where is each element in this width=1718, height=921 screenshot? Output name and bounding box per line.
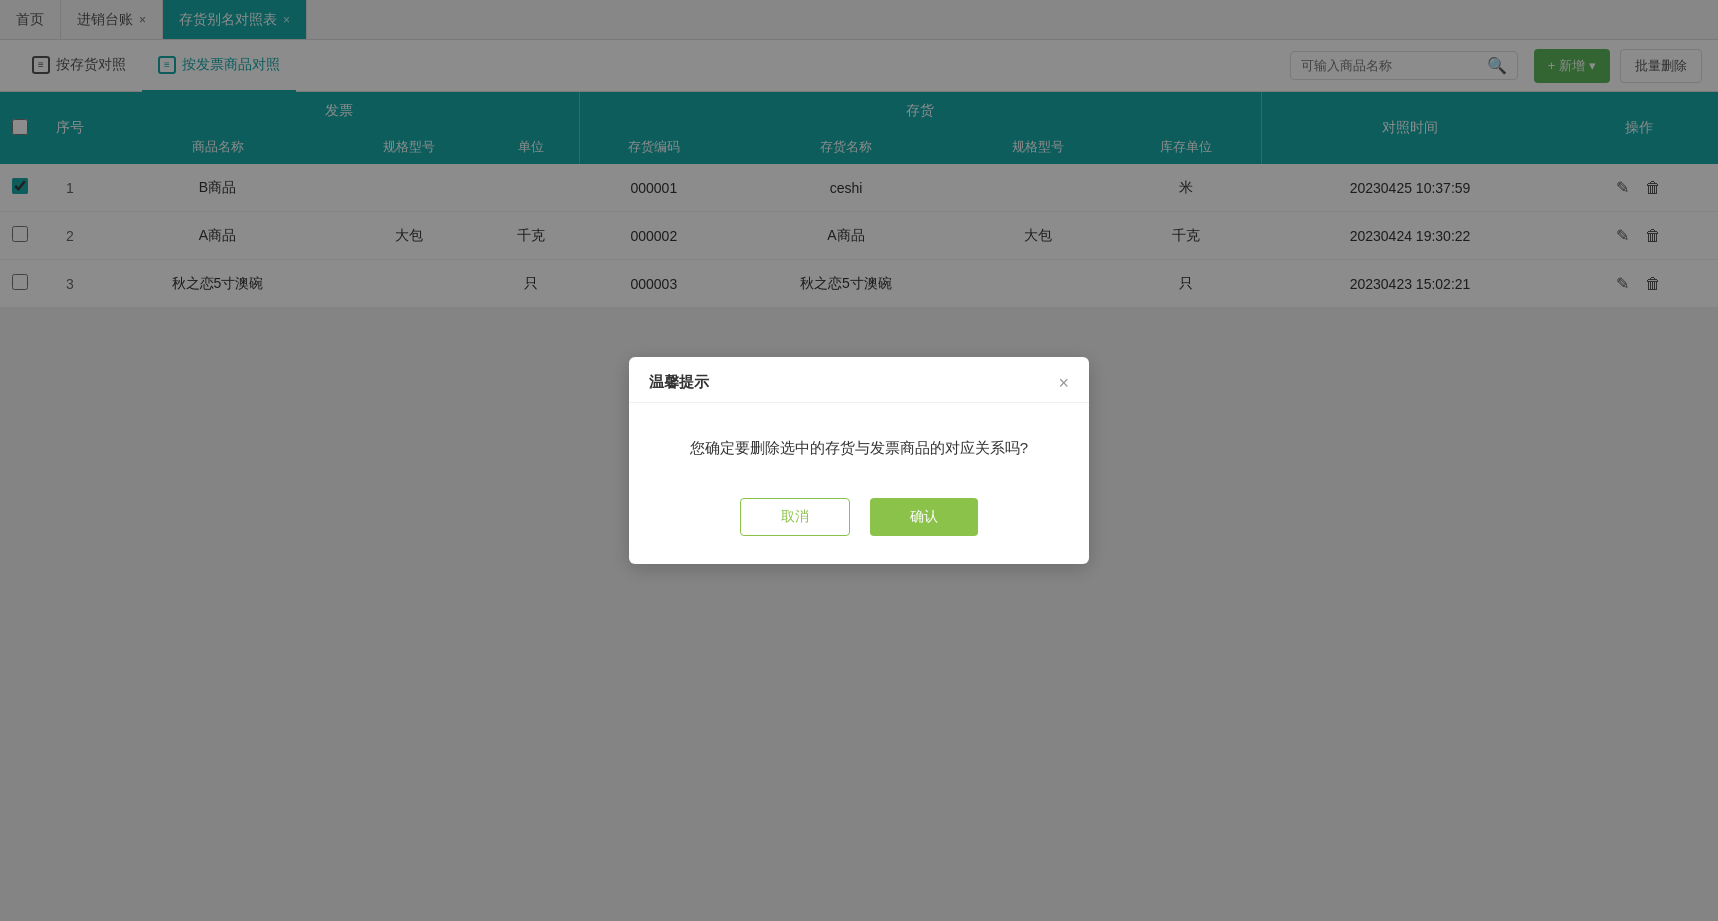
modal-overlay: 温馨提示 × 您确定要删除选中的存货与发票商品的对应关系吗? 取消 确认 [0, 0, 1718, 308]
